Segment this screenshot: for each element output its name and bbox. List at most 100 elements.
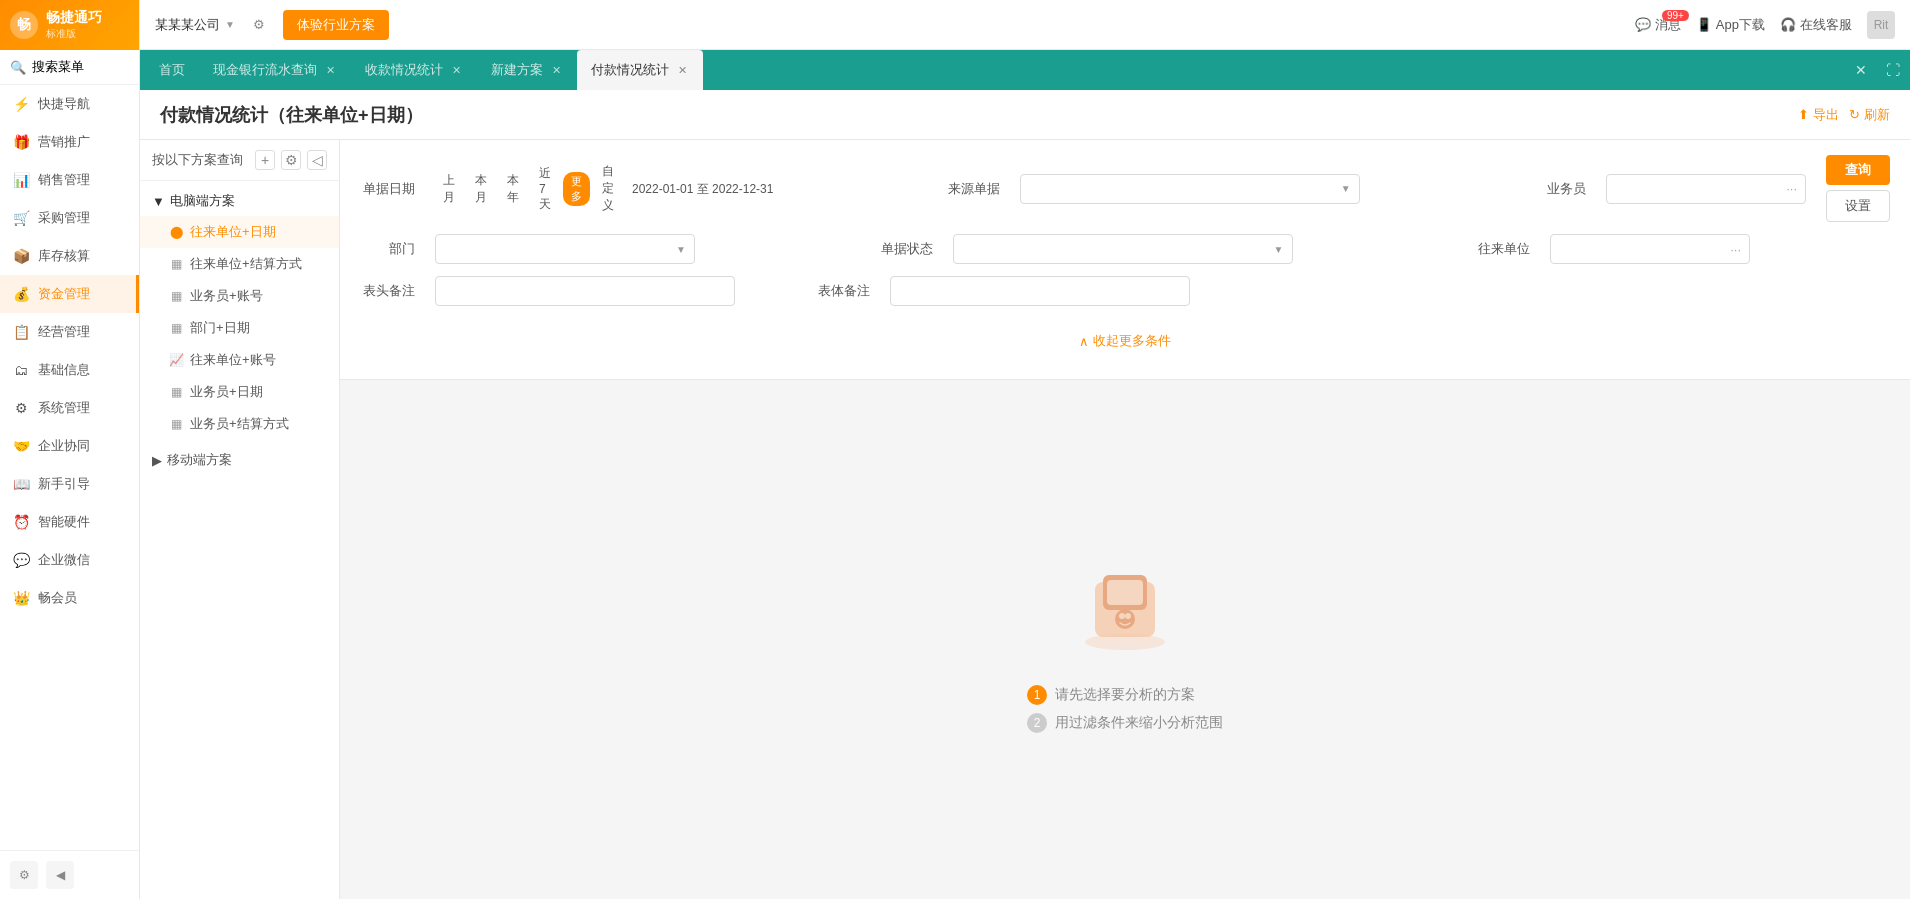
scheme-partner-date[interactable]: ⬤ 往来单位+日期 — [140, 216, 339, 248]
date-tab-last-7days[interactable]: 近7天 — [531, 162, 559, 216]
tab-close-bank-flow[interactable]: ✕ — [323, 63, 337, 77]
left-panel-header: 按以下方案查询 + ⚙ ◁ — [140, 140, 339, 181]
collapse-more-conditions-btn[interactable]: ∧ 收起更多条件 — [1059, 326, 1191, 356]
scheme-dept-date[interactable]: ▦ 部门+日期 — [140, 312, 339, 344]
scheme-staff-account[interactable]: ▦ 业务员+账号 — [140, 280, 339, 312]
purchase-icon: 🛒 — [12, 209, 30, 227]
tab-receipt-stats[interactable]: 收款情况统计 ✕ — [351, 50, 477, 90]
table-header-note-input[interactable] — [435, 276, 735, 306]
settings-btn[interactable]: 设置 — [1826, 190, 1890, 222]
scheme-label: 往来单位+日期 — [190, 223, 276, 241]
active-scheme-icon: ⬤ — [168, 224, 184, 240]
desktop-group-header[interactable]: ▼ 电脑端方案 — [140, 186, 339, 216]
tab-payment-stats[interactable]: 付款情况统计 ✕ — [577, 50, 703, 90]
sidebar-item-label: 系统管理 — [38, 399, 90, 417]
staff-select[interactable]: ··· — [1606, 174, 1806, 204]
maximize-btn[interactable]: ⛶ — [1881, 58, 1905, 82]
company-selector[interactable]: 某某某公司 ▼ — [155, 16, 235, 34]
sidebar-item-label: 企业微信 — [38, 551, 90, 569]
message-btn[interactable]: 💬 消息 99+ — [1635, 16, 1681, 34]
query-btn[interactable]: 查询 — [1826, 155, 1890, 185]
scheme-staff-settle[interactable]: ▦ 业务员+结算方式 — [140, 408, 339, 440]
close-all-tabs-btn[interactable]: ✕ — [1849, 58, 1873, 82]
sidebar-item-purchase[interactable]: 🛒 采购管理 — [0, 199, 139, 237]
tip-text-1: 请先选择要分析的方案 — [1055, 686, 1195, 704]
sidebar-item-smart-hw[interactable]: ⏰ 智能硬件 — [0, 503, 139, 541]
filter-row-2: 部门 ▼ 单据状态 ▼ 往来单位 ··· — [360, 234, 1890, 264]
table-body-note-input[interactable] — [890, 276, 1190, 306]
sidebar-brand: 畅捷通巧 标准版 — [46, 9, 102, 41]
sidebar-item-member[interactable]: 👑 畅会员 — [0, 579, 139, 617]
sys-mgmt-icon: ⚙ — [12, 399, 30, 417]
collapse-panel-btn[interactable]: ◁ — [307, 150, 327, 170]
tab-new-scheme[interactable]: 新建方案 ✕ — [477, 50, 577, 90]
source-doc-select[interactable]: ▼ — [1020, 174, 1360, 204]
date-tab-this-year[interactable]: 本年 — [499, 169, 527, 209]
sidebar-item-label: 智能硬件 — [38, 513, 90, 531]
left-panel-actions: + ⚙ ◁ — [255, 150, 327, 170]
page-header: 付款情况统计（往来单位+日期） ⬆ 导出 ↻ 刷新 — [140, 90, 1910, 140]
scheme-settings-btn[interactable]: ⚙ — [281, 150, 301, 170]
company-dropdown-icon: ▼ — [225, 19, 235, 30]
date-tabs: 上月 本月 本年 近7天 更多 自定义 — [435, 160, 622, 217]
sidebar-settings-btn[interactable]: ⚙ — [10, 861, 38, 889]
sidebar-item-marketing[interactable]: 🎁 营销推广 — [0, 123, 139, 161]
mobile-group-header[interactable]: ▶ 移动端方案 — [140, 445, 339, 475]
sidebar-item-beginner[interactable]: 📖 新手引导 — [0, 465, 139, 503]
sidebar-item-sys-mgmt[interactable]: ⚙ 系统管理 — [0, 389, 139, 427]
date-tab-more[interactable]: 更多 — [563, 172, 590, 206]
scheme-partner-settle[interactable]: ▦ 往来单位+结算方式 — [140, 248, 339, 280]
app-download-btn[interactable]: 📱 App下载 — [1696, 16, 1765, 34]
partner-select[interactable]: ··· — [1550, 234, 1750, 264]
tab-home-label: 首页 — [159, 61, 185, 79]
date-tab-custom[interactable]: 自定义 — [594, 160, 622, 217]
date-tab-last-month[interactable]: 上月 — [435, 169, 463, 209]
date-tab-this-month[interactable]: 本月 — [467, 169, 495, 209]
add-scheme-btn[interactable]: + — [255, 150, 275, 170]
filter-row-3: 表头备注 表体备注 — [360, 276, 1890, 306]
sidebar-item-finance[interactable]: 💰 资金管理 — [0, 275, 139, 313]
sidebar-item-corp-wechat[interactable]: 💬 企业微信 — [0, 541, 139, 579]
scheme-chart-icon: 📈 — [168, 352, 184, 368]
sidebar-item-corp-collab[interactable]: 🤝 企业协同 — [0, 427, 139, 465]
user-avatar[interactable]: Rit — [1867, 11, 1895, 39]
trial-industry-btn[interactable]: 体验行业方案 — [283, 10, 389, 40]
sidebar-item-inventory[interactable]: 📦 库存核算 — [0, 237, 139, 275]
header-gear-btn[interactable]: ⚙ — [245, 11, 273, 39]
sidebar-search-btn[interactable]: 🔍 搜索菜单 — [0, 50, 139, 85]
empty-state: 1 请先选择要分析的方案 2 用过滤条件来缩小分析范围 — [340, 380, 1910, 899]
scheme-label: 业务员+账号 — [190, 287, 263, 305]
export-btn[interactable]: ⬆ 导出 — [1798, 106, 1839, 124]
date-range-display: 2022-01-01 至 2022-12-31 — [632, 181, 773, 198]
empty-illustration — [1065, 547, 1185, 670]
sidebar-item-label: 资金管理 — [38, 285, 90, 303]
staff-label: 业务员 — [1531, 180, 1586, 198]
tab-close-receipt-stats[interactable]: ✕ — [449, 63, 463, 77]
export-icon: ⬆ — [1798, 107, 1809, 122]
tab-bank-flow[interactable]: 现金银行流水查询 ✕ — [199, 50, 351, 90]
sidebar-footer: ⚙ ◀ — [0, 850, 139, 899]
desktop-group-label: 电脑端方案 — [170, 192, 235, 210]
tab-close-payment-stats[interactable]: ✕ — [675, 63, 689, 77]
scheme-label: 业务员+日期 — [190, 383, 263, 401]
refresh-btn[interactable]: ↻ 刷新 — [1849, 106, 1890, 124]
online-service-btn[interactable]: 🎧 在线客服 — [1780, 16, 1852, 34]
scheme-staff-date[interactable]: ▦ 业务员+日期 — [140, 376, 339, 408]
tab-bar-actions: ✕ ⛶ — [1849, 58, 1905, 82]
partner-more-icon: ··· — [1730, 242, 1741, 257]
right-panel: 单据日期 上月 本月 本年 近7天 更多 自定义 2022-01-01 至 20… — [340, 140, 1910, 899]
tab-home[interactable]: 首页 — [145, 50, 199, 90]
beginner-icon: 📖 — [12, 475, 30, 493]
sidebar-item-operations[interactable]: 📋 经营管理 — [0, 313, 139, 351]
scheme-partner-account[interactable]: 📈 往来单位+账号 — [140, 344, 339, 376]
sidebar-item-basic-info[interactable]: 🗂 基础信息 — [0, 351, 139, 389]
sidebar-menu: ⚡ 快捷导航 🎁 营销推广 📊 销售管理 🛒 采购管理 📦 库存核算 💰 资金管… — [0, 85, 139, 850]
sidebar-collapse-btn[interactable]: ◀ — [46, 861, 74, 889]
sidebar-item-sales[interactable]: 📊 销售管理 — [0, 161, 139, 199]
doc-status-select[interactable]: ▼ — [953, 234, 1293, 264]
tab-close-new-scheme[interactable]: ✕ — [549, 63, 563, 77]
dept-select[interactable]: ▼ — [435, 234, 695, 264]
finance-icon: 💰 — [12, 285, 30, 303]
collapse-icon: ∧ — [1079, 334, 1089, 349]
sidebar-item-quick-nav[interactable]: ⚡ 快捷导航 — [0, 85, 139, 123]
